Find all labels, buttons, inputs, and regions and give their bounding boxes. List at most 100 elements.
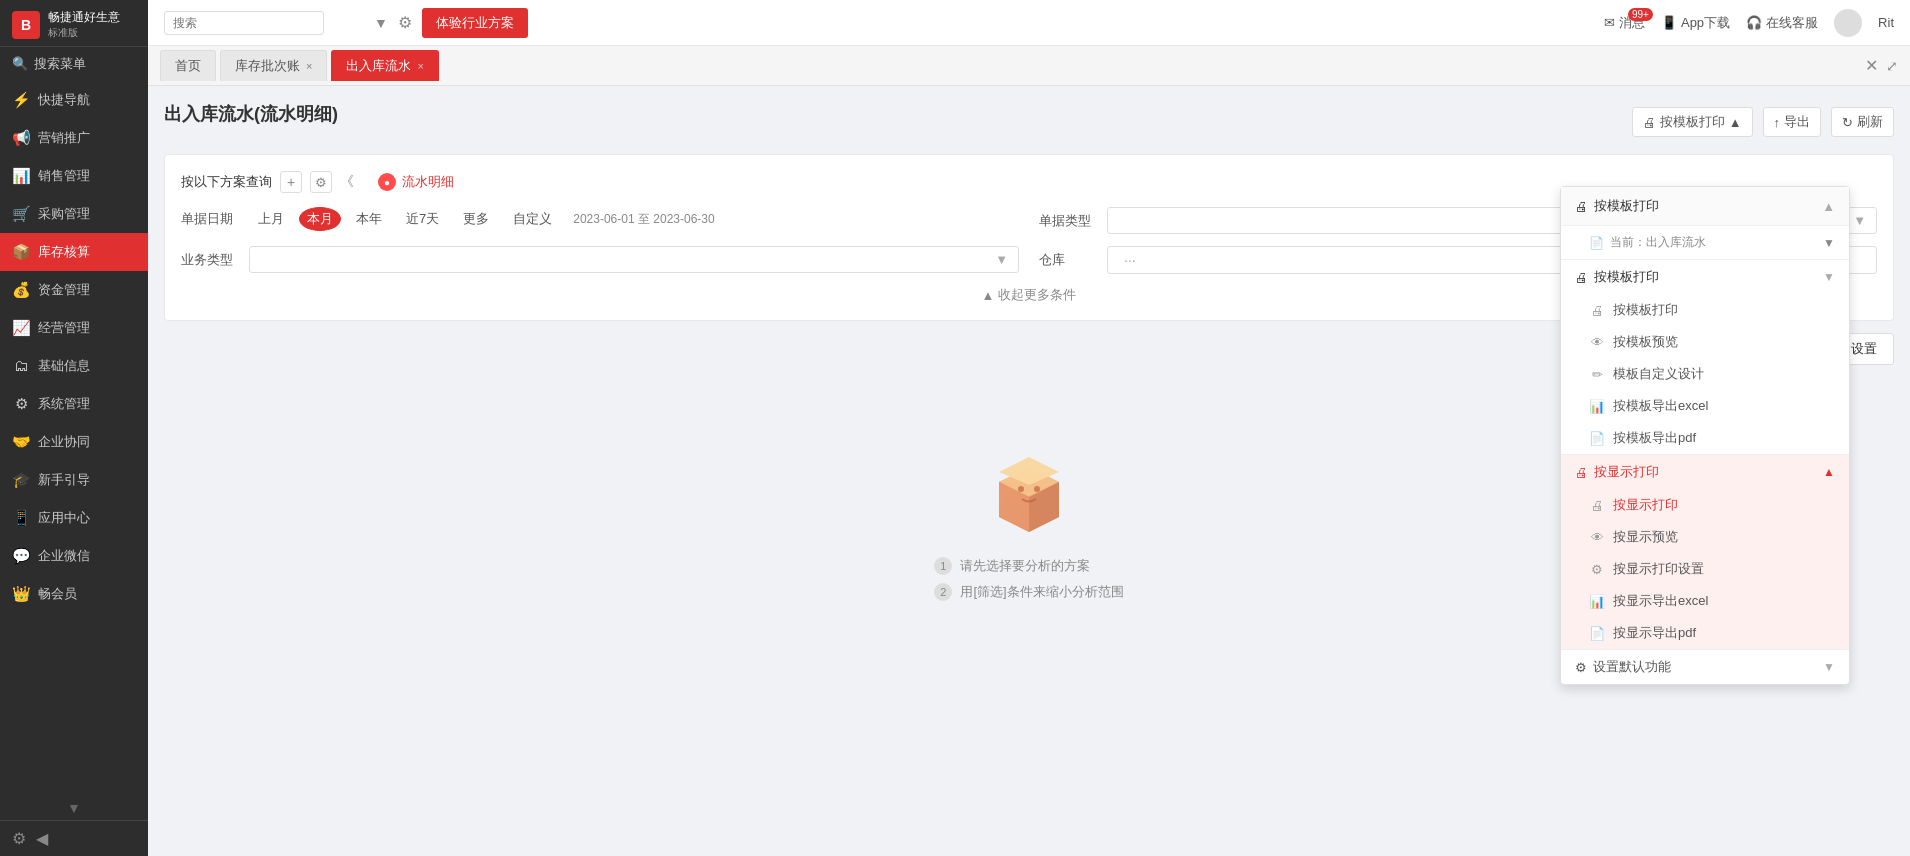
close-tab-button[interactable]: ✕ [1865, 56, 1878, 75]
collapse-sidebar-icon[interactable]: ◀ [36, 829, 48, 848]
topbar-search-input[interactable] [164, 11, 324, 35]
message-icon: ✉ [1604, 15, 1615, 30]
sidebar-item-sales[interactable]: 📊 销售管理 [0, 157, 148, 195]
expand-tab-button[interactable]: ⤢ [1886, 58, 1898, 74]
date-option-current-year[interactable]: 本年 [347, 207, 391, 231]
filter-settings-button[interactable]: ⚙ [310, 171, 332, 193]
basic-icon: 🗂 [12, 357, 30, 375]
dropdown-header: 🖨 按模板打印 ▲ [1561, 187, 1849, 226]
refresh-button[interactable]: ↻ 刷新 [1831, 107, 1894, 137]
business-type-select[interactable]: ▼ [249, 246, 1019, 273]
printer-icon-dropdown: 🖨 [1575, 199, 1588, 214]
topbar-online-service[interactable]: 🎧 在线客服 [1746, 14, 1818, 32]
display-pdf-icon: 📄 [1589, 625, 1605, 641]
step-number-2: 2 [934, 583, 952, 601]
user-avatar[interactable] [1834, 9, 1862, 37]
tab-batch[interactable]: 库存批次账 × [220, 50, 327, 81]
topbar-dropdown-arrow[interactable]: ▼ [374, 15, 388, 31]
sidebar-item-inventory[interactable]: 📦 库存核算 [0, 233, 148, 271]
date-options: 上月 本月 本年 近7天 更多 自定义 [249, 207, 561, 231]
dropdown-item-display-print[interactable]: 🖨 按显示打印 [1561, 489, 1849, 521]
date-option-custom[interactable]: 自定义 [504, 207, 561, 231]
topbar-search-container [164, 11, 364, 35]
export-button[interactable]: ↑ 导出 [1763, 107, 1822, 137]
display-settings-icon: ⚙ [1589, 561, 1605, 577]
topbar-message[interactable]: ✉ 消息 99+ [1604, 14, 1645, 32]
dropdown-item-template-print[interactable]: 🖨 按模板打印 [1561, 294, 1849, 326]
search-icon: 🔍 [12, 56, 28, 71]
industry-solution-button[interactable]: 体验行业方案 [422, 8, 528, 38]
app-download-icon: 📱 [1661, 15, 1677, 30]
sidebar-search[interactable]: 🔍 搜索菜单 [0, 47, 148, 81]
sidebar-item-operation[interactable]: 📈 经营管理 [0, 309, 148, 347]
template-print-button[interactable]: 🖨 按模板打印 ▲ [1632, 107, 1753, 137]
sidebar-item-finance[interactable]: 💰 资金管理 [0, 271, 148, 309]
filter-flow-detail-tag[interactable]: ● [378, 173, 396, 191]
sidebar-item-app-center[interactable]: 📱 应用中心 [0, 499, 148, 537]
sidebar-item-member[interactable]: 👑 畅会员 [0, 575, 148, 613]
filter-collapse-icon[interactable]: 《 [340, 173, 354, 191]
member-icon: 👑 [12, 585, 30, 603]
purchase-icon: 🛒 [12, 205, 30, 223]
dropdown-item-display-settings[interactable]: ⚙ 按显示打印设置 [1561, 553, 1849, 585]
sidebar-item-purchase[interactable]: 🛒 采购管理 [0, 195, 148, 233]
dropdown-item-template-preview[interactable]: 👁 按模板预览 [1561, 326, 1849, 358]
dropdown-template-header[interactable]: 🖨 按模板打印 ▼ [1561, 260, 1849, 294]
sidebar-item-shortcut[interactable]: ⚡ 快捷导航 [0, 81, 148, 119]
sidebar-item-basic[interactable]: 🗂 基础信息 [0, 347, 148, 385]
current-doc-icon: 📄 [1589, 236, 1604, 250]
filter-add-button[interactable]: + [280, 171, 302, 193]
dropdown-collapse-icon[interactable]: ▲ [1822, 199, 1835, 214]
warehouse-more-icon[interactable]: ··· [1124, 252, 1136, 268]
date-option-current-month[interactable]: 本月 [299, 207, 341, 231]
dropdown-display-title: 🖨 按显示打印 [1575, 463, 1659, 481]
date-option-last-month[interactable]: 上月 [249, 207, 293, 231]
sidebar-item-cooperation[interactable]: 🤝 企业协同 [0, 423, 148, 461]
step-number-1: 1 [934, 557, 952, 575]
svg-point-6 [1018, 486, 1024, 492]
date-option-more[interactable]: 更多 [454, 207, 498, 231]
tab-home[interactable]: 首页 [160, 50, 216, 81]
dropdown-footer-arrow[interactable]: ▼ [1823, 660, 1835, 674]
sidebar-item-wechat[interactable]: 💬 企业微信 [0, 537, 148, 575]
topbar-settings-icon[interactable]: ⚙ [398, 13, 412, 32]
tab-batch-close[interactable]: × [306, 60, 312, 72]
tab-flow[interactable]: 出入库流水 × [331, 50, 438, 81]
sidebar-item-system[interactable]: ⚙ 系统管理 [0, 385, 148, 423]
sidebar-scroll-down[interactable]: ▼ [67, 800, 81, 816]
shortcut-icon: ⚡ [12, 91, 30, 109]
collapse-filter-button[interactable]: ▲ 收起更多条件 [982, 286, 1077, 304]
tab-flow-close[interactable]: × [417, 60, 423, 72]
marketing-icon: 📢 [12, 129, 30, 147]
template-print-icon: 🖨 [1589, 302, 1605, 318]
template-pdf-icon: 📄 [1589, 430, 1605, 446]
dropdown-current-arrow[interactable]: ▼ [1823, 236, 1835, 250]
sidebar-item-guide[interactable]: 🎓 新手引导 [0, 461, 148, 499]
dropdown-item-template-excel[interactable]: 📊 按模板导出excel [1561, 390, 1849, 422]
dropdown-section-display: 🖨 按显示打印 ▲ 🖨 按显示打印 👁 按显示预览 ⚙ [1561, 455, 1849, 650]
date-range-label: 2023-06-01 至 2023-06-30 [573, 211, 714, 228]
dropdown-item-template-pdf[interactable]: 📄 按模板导出pdf [1561, 422, 1849, 454]
main-content: ▼ ⚙ 体验行业方案 ✉ 消息 99+ 📱 App下载 🎧 在线客服 Rit [148, 0, 1910, 856]
dropdown-title: 🖨 按模板打印 [1575, 197, 1659, 215]
set-default-function-button[interactable]: ⚙ 设置默认功能 [1575, 658, 1671, 676]
dropdown-item-display-pdf[interactable]: 📄 按显示导出pdf [1561, 617, 1849, 649]
dropdown-display-header[interactable]: 🖨 按显示打印 ▲ [1561, 455, 1849, 489]
tabs-bar: 首页 库存批次账 × 出入库流水 × ✕ ⤢ [148, 46, 1910, 86]
refresh-icon: ↻ [1842, 115, 1853, 130]
dropdown-item-template-custom[interactable]: ✏ 模板自定义设计 [1561, 358, 1849, 390]
service-icon: 🎧 [1746, 15, 1762, 30]
date-option-7days[interactable]: 近7天 [397, 207, 448, 231]
sidebar-logo: B 畅捷通好生意 标准版 [0, 0, 148, 47]
sidebar-item-marketing[interactable]: 📢 营销推广 [0, 119, 148, 157]
topbar-app-download[interactable]: 📱 App下载 [1661, 14, 1730, 32]
empty-steps-list: 1 请先选择要分析的方案 2 用[筛选]条件来缩小分析范围 [934, 557, 1123, 609]
inventory-icon: 📦 [12, 243, 30, 261]
app-center-icon: 📱 [12, 509, 30, 527]
dropdown-current-row: 📄 当前：出入库流水 ▼ [1561, 226, 1849, 260]
settings-bottom-icon[interactable]: ⚙ [12, 829, 26, 848]
dropdown-item-display-excel[interactable]: 📊 按显示导出excel [1561, 585, 1849, 617]
logo-text: 畅捷通好生意 标准版 [48, 10, 120, 40]
topbar: ▼ ⚙ 体验行业方案 ✉ 消息 99+ 📱 App下载 🎧 在线客服 Rit [148, 0, 1910, 46]
dropdown-item-display-preview[interactable]: 👁 按显示预览 [1561, 521, 1849, 553]
